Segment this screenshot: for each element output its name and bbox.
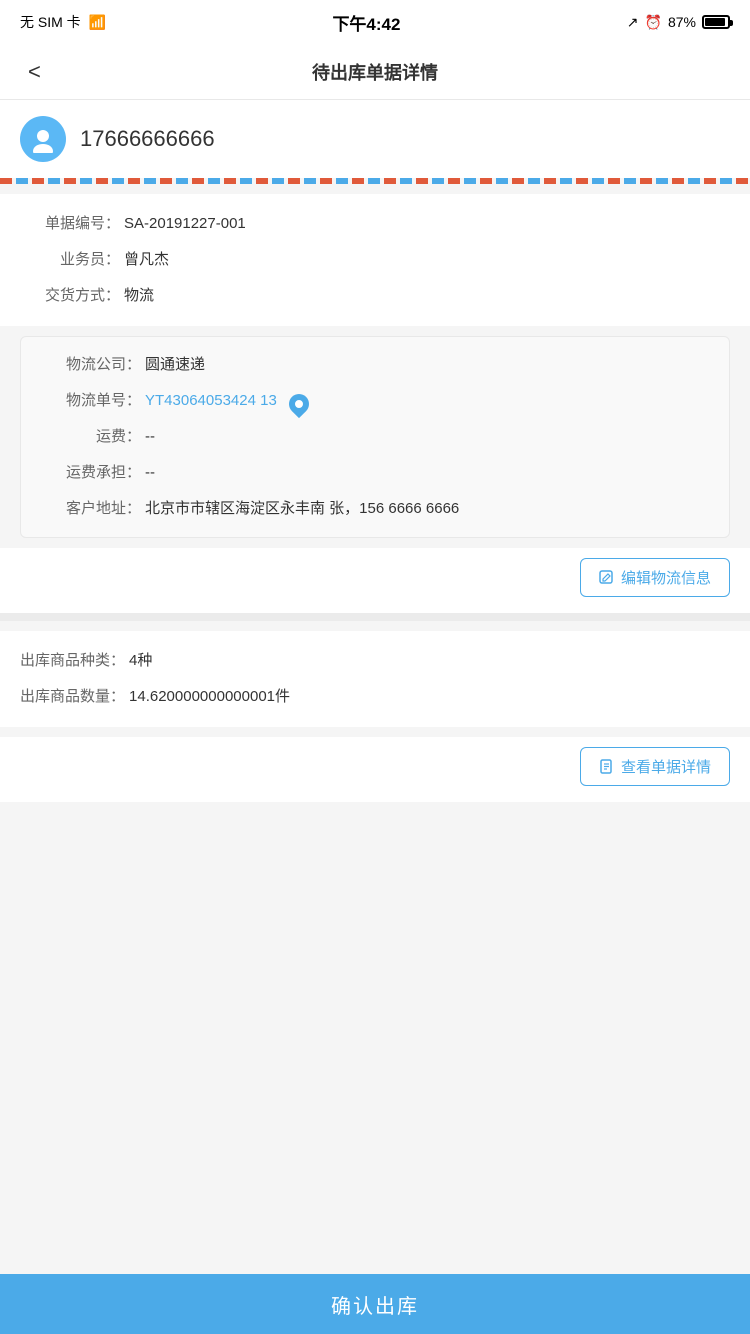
customer-address-label: 客户地址： [41, 497, 141, 521]
back-button[interactable]: < [20, 51, 49, 93]
alarm-icon: ⏰ [645, 14, 662, 31]
agent-label: 业务员： [20, 248, 120, 272]
customer-address-row: 客户地址： 北京市市辖区海淀区永丰南 张，156 6666 6666 [41, 497, 709, 521]
order-number-value: SA-20191227-001 [124, 212, 730, 236]
freight-bearer-row: 运费承担： -- [41, 461, 709, 485]
basic-info-section: 单据编号： SA-20191227-001 业务员： 曾凡杰 交货方式： 物流 [0, 194, 750, 326]
product-types-label: 出库商品种类： [20, 649, 125, 673]
logistics-section: 物流公司： 圆通速递 物流单号： YT43064053424 13 运费： --… [20, 336, 730, 538]
edit-icon [599, 570, 615, 586]
logistics-number-value: YT43064053424 13 [145, 389, 709, 413]
page-title: 待出库单据详情 [312, 59, 438, 85]
edit-logistics-button[interactable]: 编辑物流信息 [580, 558, 730, 597]
freight-bearer-label: 运费承担： [41, 461, 141, 485]
location-pin-icon[interactable] [285, 390, 313, 418]
section-separator [0, 613, 750, 621]
sim-status: 无 SIM 卡 [20, 12, 81, 32]
logistics-company-label: 物流公司： [41, 353, 141, 377]
status-time: 下午4:42 [332, 10, 400, 35]
confirm-outbound-button[interactable]: 确认出库 [0, 1274, 750, 1334]
dashed-divider [0, 178, 750, 184]
delivery-method-value: 物流 [124, 284, 730, 308]
order-number-label: 单据编号： [20, 212, 120, 236]
customer-address-value: 北京市市辖区海淀区永丰南 张，156 6666 6666 [145, 497, 709, 521]
battery-percent: 87% [668, 14, 696, 30]
view-details-row: 查看单据详情 [0, 737, 750, 802]
status-right: ↗ ⏰ 87% [627, 14, 730, 31]
product-types-value: 4种 [129, 649, 730, 673]
order-number-row: 单据编号： SA-20191227-001 [20, 212, 730, 236]
wifi-icon: 📶 [89, 14, 106, 31]
person-icon [29, 125, 57, 153]
customer-header: 17666666666 [0, 100, 750, 178]
outbound-info-section: 出库商品种类： 4种 出库商品数量： 14.620000000000001件 [0, 631, 750, 727]
location-status-icon: ↗ [627, 14, 639, 31]
logistics-number-row: 物流单号： YT43064053424 13 [41, 389, 709, 413]
agent-row: 业务员： 曾凡杰 [20, 248, 730, 272]
nav-bar: < 待出库单据详情 [0, 44, 750, 100]
freight-value: -- [145, 425, 709, 449]
view-details-button[interactable]: 查看单据详情 [580, 747, 730, 786]
product-qty-value: 14.620000000000001件 [129, 685, 730, 709]
product-qty-row: 出库商品数量： 14.620000000000001件 [20, 685, 730, 709]
logistics-number-label: 物流单号： [41, 389, 141, 413]
delivery-method-label: 交货方式： [20, 284, 120, 308]
product-qty-label: 出库商品数量： [20, 685, 125, 709]
logistics-company-value: 圆通速递 [145, 353, 709, 377]
customer-phone: 17666666666 [80, 126, 215, 152]
freight-bearer-value: -- [145, 461, 709, 485]
battery-icon [702, 15, 730, 29]
status-left: 无 SIM 卡 📶 [20, 12, 106, 32]
agent-value: 曾凡杰 [124, 248, 730, 272]
edit-logistics-row: 编辑物流信息 [0, 548, 750, 613]
logistics-company-row: 物流公司： 圆通速递 [41, 353, 709, 377]
product-types-row: 出库商品种类： 4种 [20, 649, 730, 673]
freight-label: 运费： [41, 425, 141, 449]
delivery-method-row: 交货方式： 物流 [20, 284, 730, 308]
avatar [20, 116, 66, 162]
document-icon [599, 759, 615, 775]
freight-row: 运费： -- [41, 425, 709, 449]
status-bar: 无 SIM 卡 📶 下午4:42 ↗ ⏰ 87% [0, 0, 750, 44]
